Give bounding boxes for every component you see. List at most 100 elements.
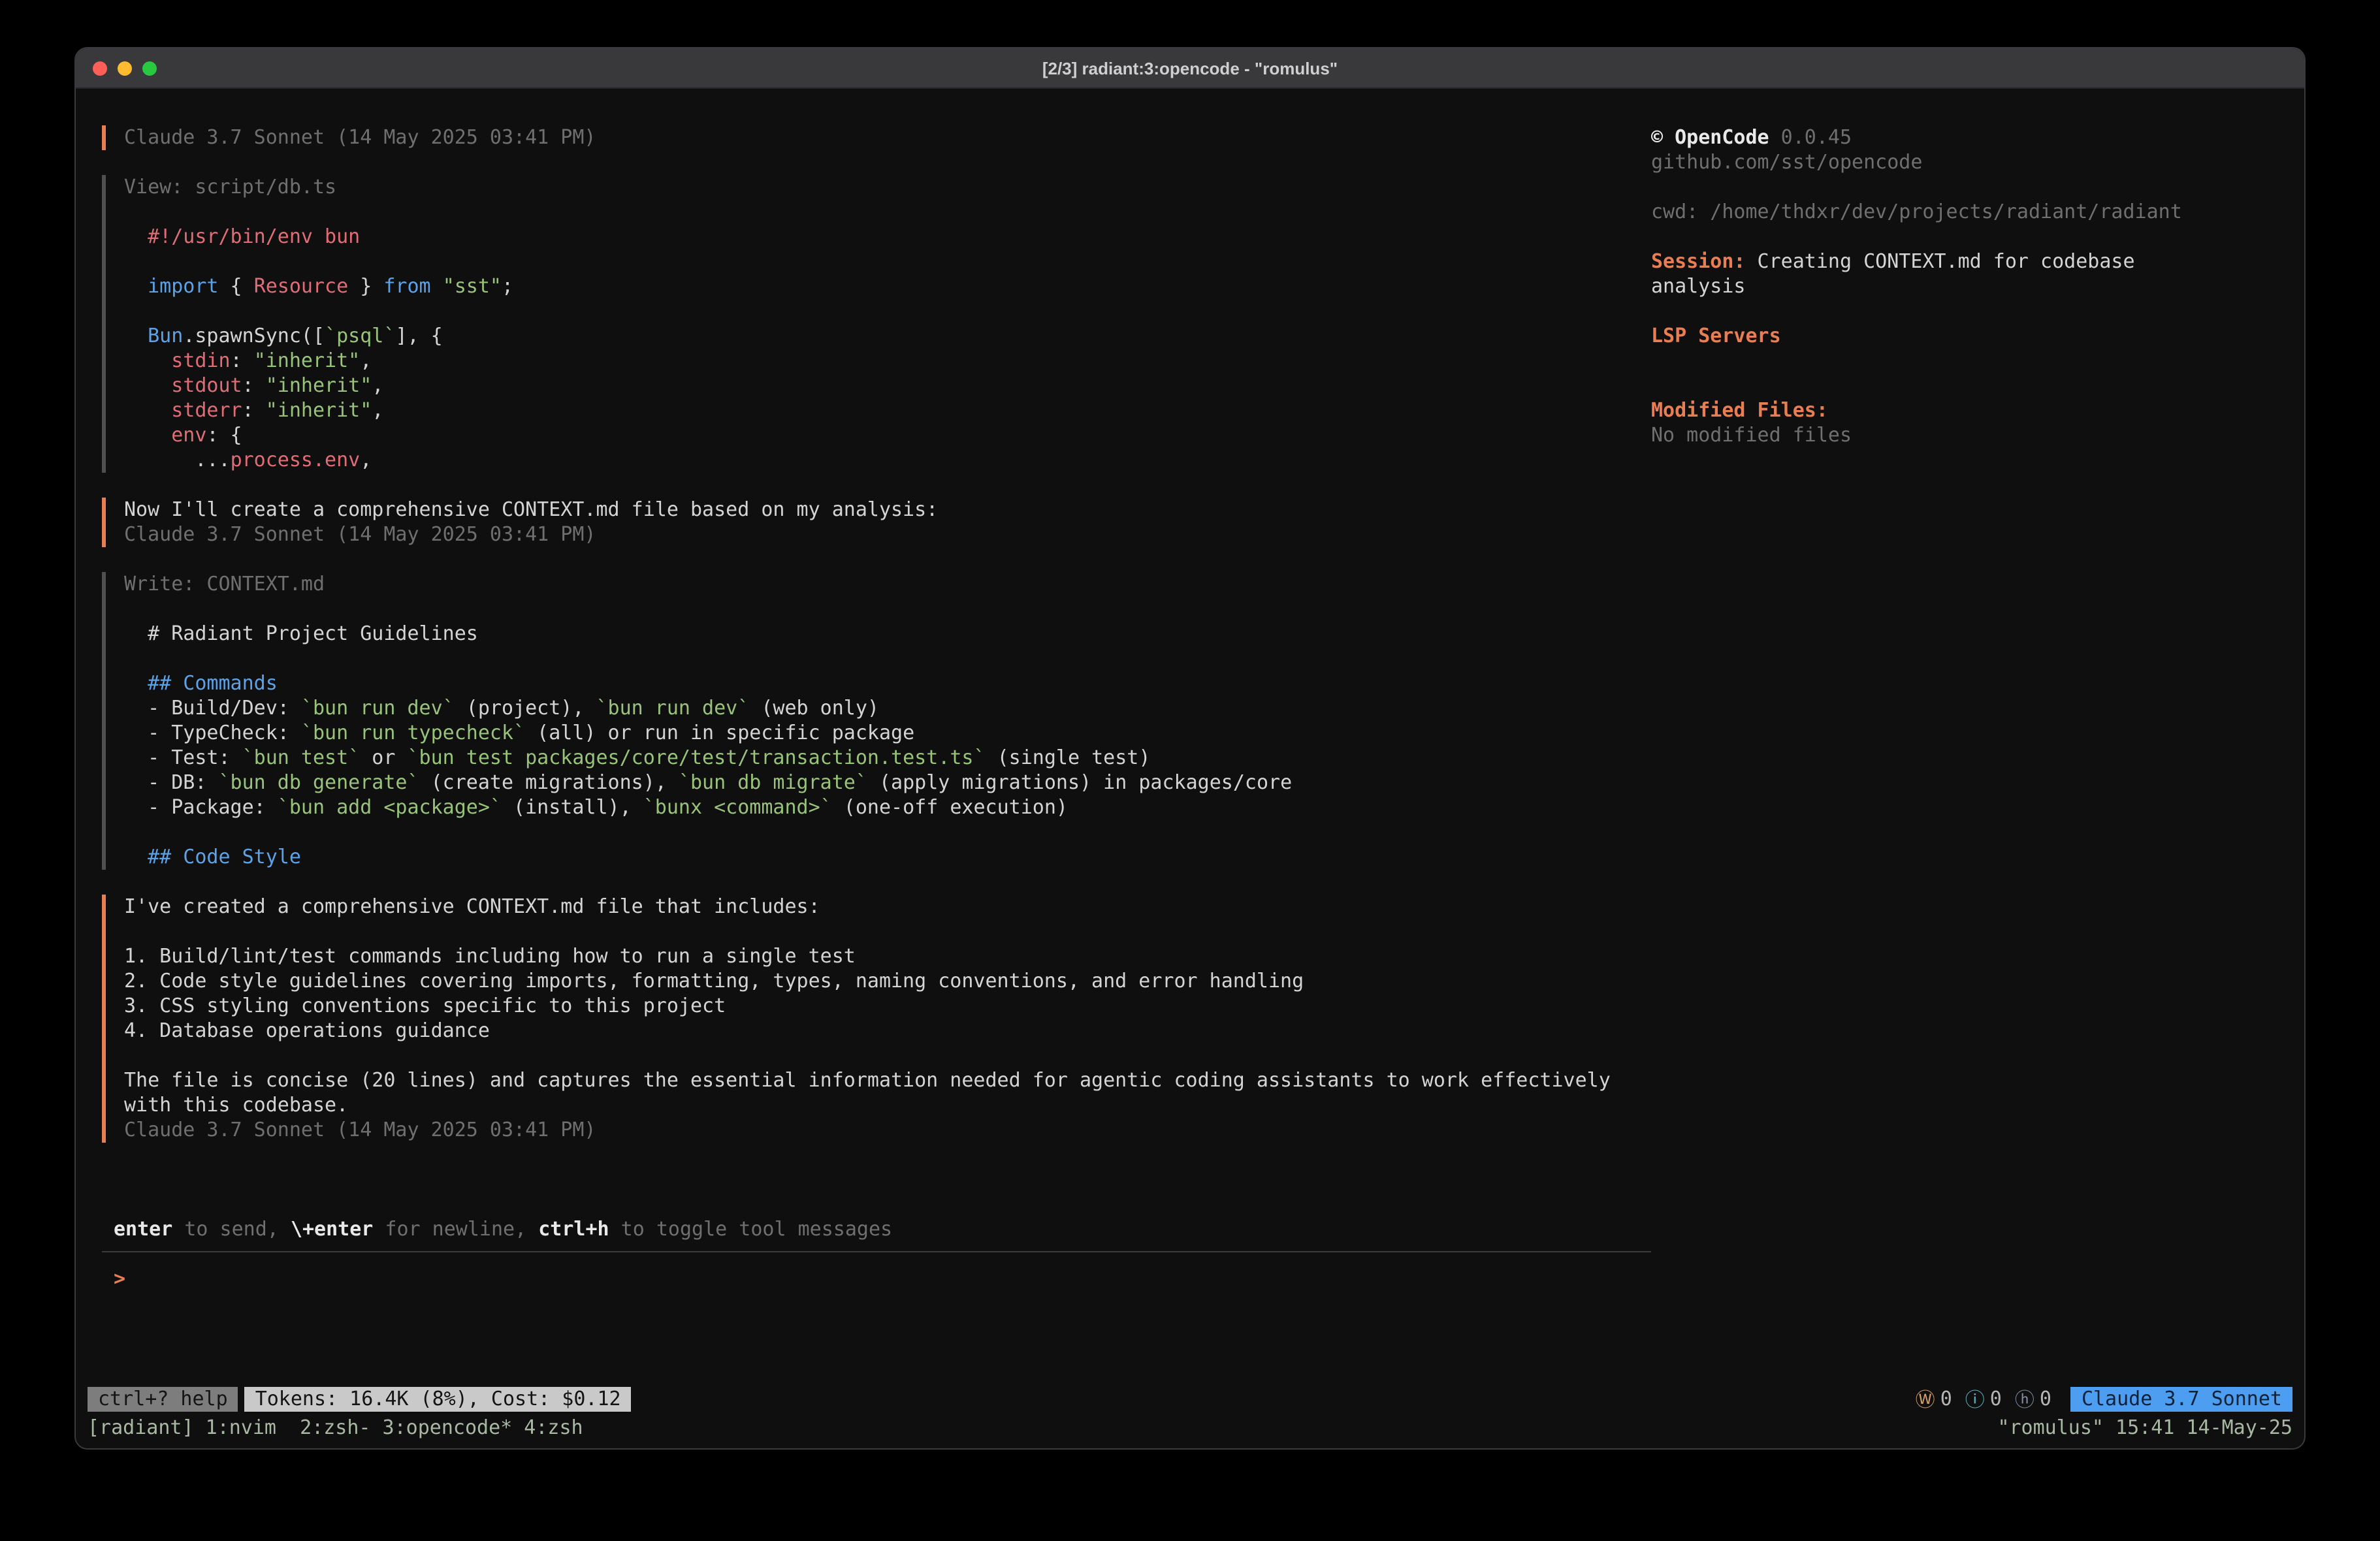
text-segment: :	[242, 373, 266, 397]
text-segment: `bun test packages/core/test/transaction…	[408, 746, 986, 769]
terminal-line: - Test: `bun test` or `bun test packages…	[124, 746, 1651, 770]
text-segment: 4. Database operations guidance	[124, 1019, 490, 1042]
terminal-line: ...process.env,	[124, 448, 1651, 473]
terminal-line	[124, 1043, 1651, 1068]
terminal-line: Modified Files:	[1651, 398, 2242, 423]
terminal-line: - TypeCheck: `bun run typecheck` (all) o…	[124, 721, 1651, 746]
text-segment: (install),	[502, 795, 643, 819]
text-segment: `bun test`	[242, 746, 361, 769]
diagnostic-count: 0	[1990, 1387, 2002, 1410]
text-segment: - TypeCheck:	[124, 721, 301, 744]
message-input[interactable]	[137, 1267, 529, 1292]
terminal-line: ## Commands	[124, 671, 1651, 696]
text-segment: `bunx <command>`	[643, 795, 832, 819]
text-segment: :	[231, 349, 254, 372]
text-segment: env	[171, 423, 206, 447]
editor[interactable]: >	[102, 1251, 1651, 1383]
text-segment: .spawnSync([	[183, 324, 325, 347]
text-segment: `bun db generate`	[219, 770, 419, 794]
terminal-line	[124, 820, 1651, 845]
terminal-line: Session: Creating CONTEXT.md for codebas…	[1651, 249, 2242, 274]
help-chip: ctrl+? help	[88, 1386, 238, 1411]
text-segment: Claude 3.7 Sonnet (14 May 2025 03:41 PM)	[124, 125, 596, 149]
close-button[interactable]	[93, 61, 107, 75]
sidebar: © OpenCode 0.0.45github.com/sst/opencode…	[1651, 125, 2273, 1383]
text-segment: No modified files	[1651, 423, 1852, 447]
text-segment: The file is concise (20 lines) and captu…	[124, 1068, 1611, 1092]
diagnostics: Ⓦ0ⓘ0ⓗ0	[1916, 1385, 2051, 1412]
terminal-line: Claude 3.7 Sonnet (14 May 2025 03:41 PM)	[124, 125, 1651, 150]
terminal-line: © OpenCode 0.0.45	[1651, 125, 2242, 150]
terminal-line	[1651, 349, 2242, 373]
text-segment: github.com/sst/opencode	[1651, 150, 1922, 174]
terminal-line: 3. CSS styling conventions specific to t…	[124, 994, 1651, 1019]
text-segment: Bun	[148, 324, 183, 347]
terminal-line	[1651, 299, 2242, 324]
terminal-line: enter to send, \+enter for newline, ctrl…	[114, 1217, 1651, 1242]
info-icon: ⓘ	[1965, 1385, 1985, 1412]
text-segment: from	[383, 274, 430, 298]
terminal-line: stderr: "inherit",	[124, 398, 1651, 423]
diagnostic-info: ⓘ0	[1965, 1385, 2002, 1412]
text-segment: \+enter	[291, 1217, 373, 1241]
text-segment: (single test)	[986, 746, 1151, 769]
terminal-line: No modified files	[1651, 423, 2242, 448]
text-segment: `psql`	[325, 324, 395, 347]
text-segment: cwd: /home/thdxr/dev/projects/radiant/ra…	[1651, 200, 2182, 223]
terminal-line: ## Code Style	[124, 845, 1651, 870]
text-segment: Claude 3.7 Sonnet (14 May 2025 03:41 PM)	[124, 1118, 596, 1141]
terminal-line: - Package: `bun add <package>` (install)…	[124, 795, 1651, 820]
text-segment: ,	[372, 398, 383, 422]
text-segment: process.env	[231, 448, 361, 471]
terminal-window: [2/3] radiant:3:opencode - "romulus" Cla…	[74, 47, 2306, 1450]
text-segment: for newline,	[373, 1217, 538, 1241]
text-segment: - Build/Dev:	[124, 696, 301, 720]
message-list: Claude 3.7 Sonnet (14 May 2025 03:41 PM)…	[102, 125, 1651, 1168]
terminal-line: Write: CONTEXT.md	[124, 572, 1651, 597]
titlebar: [2/3] radiant:3:opencode - "romulus"	[76, 48, 2304, 89]
text-segment: View: script/db.ts	[124, 175, 336, 199]
terminal-line: Bun.spawnSync([`psql`], {	[124, 324, 1651, 349]
text-segment: stderr	[171, 398, 242, 422]
text-segment: ;	[502, 274, 513, 298]
text-segment: to send,	[172, 1217, 291, 1241]
text-segment: or	[360, 746, 407, 769]
terminal-line: View: script/db.ts	[124, 175, 1651, 200]
terminal-line: Claude 3.7 Sonnet (14 May 2025 03:41 PM)	[124, 1118, 1651, 1143]
terminal-line: #!/usr/bin/env bun	[124, 225, 1651, 249]
text-segment: - DB:	[124, 770, 219, 794]
text-segment: 1. Build/lint/test commands including ho…	[124, 944, 856, 968]
status-bar: ctrl+? help Tokens: 16.4K (8%), Cost: $0…	[76, 1383, 2304, 1414]
terminal-line: - Build/Dev: `bun run dev` (project), `b…	[124, 696, 1651, 721]
text-segment: "inherit"	[254, 349, 361, 372]
prompt-symbol: >	[114, 1267, 125, 1290]
text-segment: ,	[360, 349, 372, 372]
text-segment: #!/usr/bin/env bun	[124, 225, 360, 248]
terminal-line	[124, 597, 1651, 622]
tokens-chip: Tokens: 16.4K (8%), Cost: $0.12	[245, 1386, 632, 1411]
text-segment: 3. CSS styling conventions specific to t…	[124, 994, 726, 1017]
text-segment: Creating CONTEXT.md for codebase	[1746, 249, 2135, 273]
text-segment: Modified Files:	[1651, 398, 1828, 422]
text-segment: to toggle tool messages	[609, 1217, 893, 1241]
terminal-line: analysis	[1651, 274, 2242, 299]
text-segment	[124, 349, 171, 372]
minimize-button[interactable]	[118, 61, 132, 75]
diagnostic-warning: Ⓦ0	[1916, 1385, 1952, 1412]
text-segment: Claude 3.7 Sonnet (14 May 2025 03:41 PM)	[124, 522, 596, 546]
terminal-line: env: {	[124, 423, 1651, 448]
text-segment: Write: CONTEXT.md	[124, 572, 325, 596]
tmux-status-bar: [radiant] 1:nvim 2:zsh- 3:opencode* 4:zs…	[76, 1414, 2304, 1448]
text-segment: "inherit"	[266, 398, 372, 422]
text-segment: # Radiant Project Guidelines	[124, 622, 478, 645]
text-segment: enter	[114, 1217, 172, 1241]
zoom-button[interactable]	[142, 61, 157, 75]
text-segment: :	[242, 398, 266, 422]
terminal-line: cwd: /home/thdxr/dev/projects/radiant/ra…	[1651, 200, 2242, 225]
text-segment: LSP Servers	[1651, 324, 1781, 347]
main-column: Claude 3.7 Sonnet (14 May 2025 03:41 PM)…	[102, 125, 1651, 1383]
text-segment: with this codebase.	[124, 1093, 348, 1117]
text-segment: ## Commands	[124, 671, 278, 695]
text-segment: ctrl+h	[538, 1217, 609, 1241]
terminal-line: 2. Code style guidelines covering import…	[124, 969, 1651, 994]
